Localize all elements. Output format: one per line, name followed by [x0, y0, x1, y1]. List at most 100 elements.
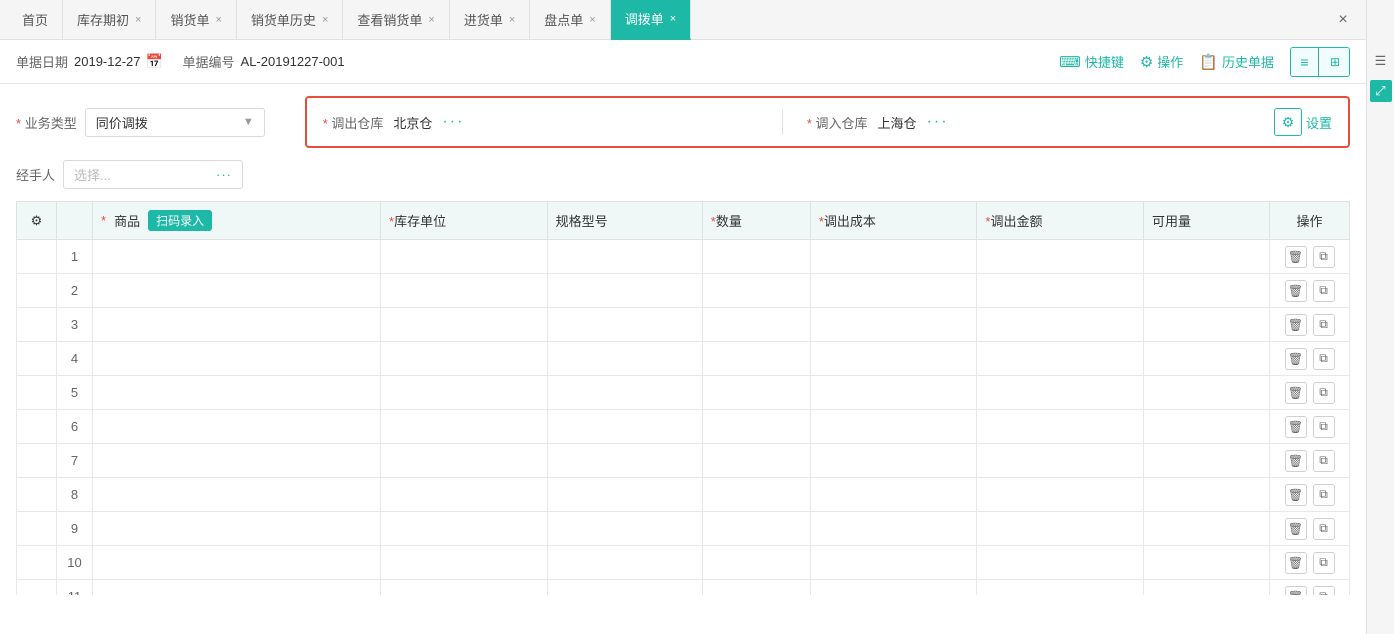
row-unit-cell[interactable] — [381, 376, 548, 410]
row-product-cell[interactable] — [93, 478, 381, 512]
copy-row-btn[interactable]: ⧉ — [1313, 314, 1335, 336]
delete-row-btn[interactable]: 🗑 — [1285, 382, 1307, 404]
row-amount-cell[interactable] — [977, 478, 1144, 512]
row-product-cell[interactable] — [93, 342, 381, 376]
row-spec-cell[interactable] — [547, 478, 702, 512]
row-unit-cell[interactable] — [381, 240, 548, 274]
row-cost-cell[interactable] — [810, 240, 977, 274]
transfer-in-more-btn[interactable]: ··· — [927, 113, 949, 131]
row-product-cell[interactable] — [93, 512, 381, 546]
tab-opening-close[interactable]: × — [135, 14, 141, 26]
row-available-cell[interactable] — [1143, 512, 1269, 546]
scan-btn[interactable]: 扫码录入 — [148, 210, 212, 231]
sidebar-expand-icon[interactable]: ⤢ — [1370, 80, 1392, 102]
row-amount-cell[interactable] — [977, 342, 1144, 376]
row-quantity-cell[interactable] — [702, 546, 810, 580]
row-quantity-cell[interactable] — [702, 580, 810, 596]
calendar-icon[interactable]: 📅 — [147, 54, 163, 70]
delete-row-btn[interactable]: 🗑 — [1285, 348, 1307, 370]
close-all-tabs[interactable]: × — [1328, 0, 1358, 40]
row-spec-cell[interactable] — [547, 444, 702, 478]
tab-sales-history-close[interactable]: × — [322, 14, 328, 26]
row-available-cell[interactable] — [1143, 580, 1269, 596]
row-available-cell[interactable] — [1143, 478, 1269, 512]
row-cost-cell[interactable] — [810, 546, 977, 580]
row-quantity-cell[interactable] — [702, 512, 810, 546]
copy-row-btn[interactable]: ⧉ — [1313, 518, 1335, 540]
row-quantity-cell[interactable] — [702, 376, 810, 410]
row-available-cell[interactable] — [1143, 444, 1269, 478]
row-cost-cell[interactable] — [810, 308, 977, 342]
row-unit-cell[interactable] — [381, 512, 548, 546]
row-product-cell[interactable] — [93, 580, 381, 596]
tab-purchase[interactable]: 进货单 × — [450, 0, 530, 40]
row-product-cell[interactable] — [93, 410, 381, 444]
row-available-cell[interactable] — [1143, 410, 1269, 444]
history-btn[interactable]: 📋 历史单据 — [1199, 52, 1274, 71]
row-amount-cell[interactable] — [977, 512, 1144, 546]
copy-row-btn[interactable]: ⧉ — [1313, 484, 1335, 506]
row-cost-cell[interactable] — [810, 274, 977, 308]
copy-row-btn[interactable]: ⧉ — [1313, 450, 1335, 472]
table-scroll[interactable]: ⚙ * 商品 扫码录入 *库存单位 规格型号 *数量 *调出成本 — [16, 201, 1350, 595]
delete-row-btn[interactable]: 🗑 — [1285, 416, 1307, 438]
transfer-out-more-btn[interactable]: ··· — [442, 113, 464, 131]
row-amount-cell[interactable] — [977, 546, 1144, 580]
delete-row-btn[interactable]: 🗑 — [1285, 280, 1307, 302]
row-spec-cell[interactable] — [547, 376, 702, 410]
tab-opening[interactable]: 库存期初 × — [63, 0, 156, 40]
row-quantity-cell[interactable] — [702, 444, 810, 478]
row-spec-cell[interactable] — [547, 512, 702, 546]
handler-select[interactable]: 选择... ··· — [63, 160, 243, 189]
row-product-cell[interactable] — [93, 308, 381, 342]
layout-list-btn[interactable]: ≡ — [1291, 48, 1319, 76]
settings-text[interactable]: 设置 — [1306, 113, 1332, 132]
shortcuts-btn[interactable]: ⌨ 快捷键 — [1059, 52, 1124, 71]
row-amount-cell[interactable] — [977, 376, 1144, 410]
row-quantity-cell[interactable] — [702, 308, 810, 342]
row-amount-cell[interactable] — [977, 580, 1144, 596]
tab-home[interactable]: 首页 — [8, 0, 63, 40]
delete-row-btn[interactable]: 🗑 — [1285, 450, 1307, 472]
copy-row-btn[interactable]: ⧉ — [1313, 280, 1335, 302]
row-amount-cell[interactable] — [977, 274, 1144, 308]
row-cost-cell[interactable] — [810, 410, 977, 444]
row-unit-cell[interactable] — [381, 308, 548, 342]
row-unit-cell[interactable] — [381, 478, 548, 512]
row-spec-cell[interactable] — [547, 308, 702, 342]
row-product-cell[interactable] — [93, 240, 381, 274]
delete-row-btn[interactable]: 🗑 — [1285, 314, 1307, 336]
warehouse-settings-btn[interactable]: ⚙ — [1274, 108, 1302, 136]
row-quantity-cell[interactable] — [702, 342, 810, 376]
row-quantity-cell[interactable] — [702, 410, 810, 444]
row-unit-cell[interactable] — [381, 274, 548, 308]
row-product-cell[interactable] — [93, 376, 381, 410]
row-quantity-cell[interactable] — [702, 478, 810, 512]
row-spec-cell[interactable] — [547, 274, 702, 308]
row-quantity-cell[interactable] — [702, 240, 810, 274]
copy-row-btn[interactable]: ⧉ — [1313, 552, 1335, 574]
row-quantity-cell[interactable] — [702, 274, 810, 308]
sidebar-list-icon[interactable]: ☰ — [1370, 50, 1392, 72]
row-amount-cell[interactable] — [977, 308, 1144, 342]
row-unit-cell[interactable] — [381, 342, 548, 376]
business-type-select[interactable]: 同价调拨 ▼ — [85, 108, 265, 137]
tab-sales-close[interactable]: × — [215, 14, 221, 26]
row-cost-cell[interactable] — [810, 478, 977, 512]
row-cost-cell[interactable] — [810, 444, 977, 478]
row-cost-cell[interactable] — [810, 512, 977, 546]
copy-row-btn[interactable]: ⧉ — [1313, 348, 1335, 370]
row-cost-cell[interactable] — [810, 342, 977, 376]
operations-btn[interactable]: ⚙ 操作 — [1140, 52, 1183, 71]
tab-view-sales-close[interactable]: × — [428, 14, 434, 26]
delete-row-btn[interactable]: 🗑 — [1285, 586, 1307, 596]
copy-row-btn[interactable]: ⧉ — [1313, 382, 1335, 404]
delete-row-btn[interactable]: 🗑 — [1285, 246, 1307, 268]
row-spec-cell[interactable] — [547, 240, 702, 274]
delete-row-btn[interactable]: 🗑 — [1285, 552, 1307, 574]
row-product-cell[interactable] — [93, 546, 381, 580]
row-available-cell[interactable] — [1143, 342, 1269, 376]
delete-row-btn[interactable]: 🗑 — [1285, 484, 1307, 506]
col-settings[interactable]: ⚙ — [17, 202, 57, 240]
row-cost-cell[interactable] — [810, 376, 977, 410]
